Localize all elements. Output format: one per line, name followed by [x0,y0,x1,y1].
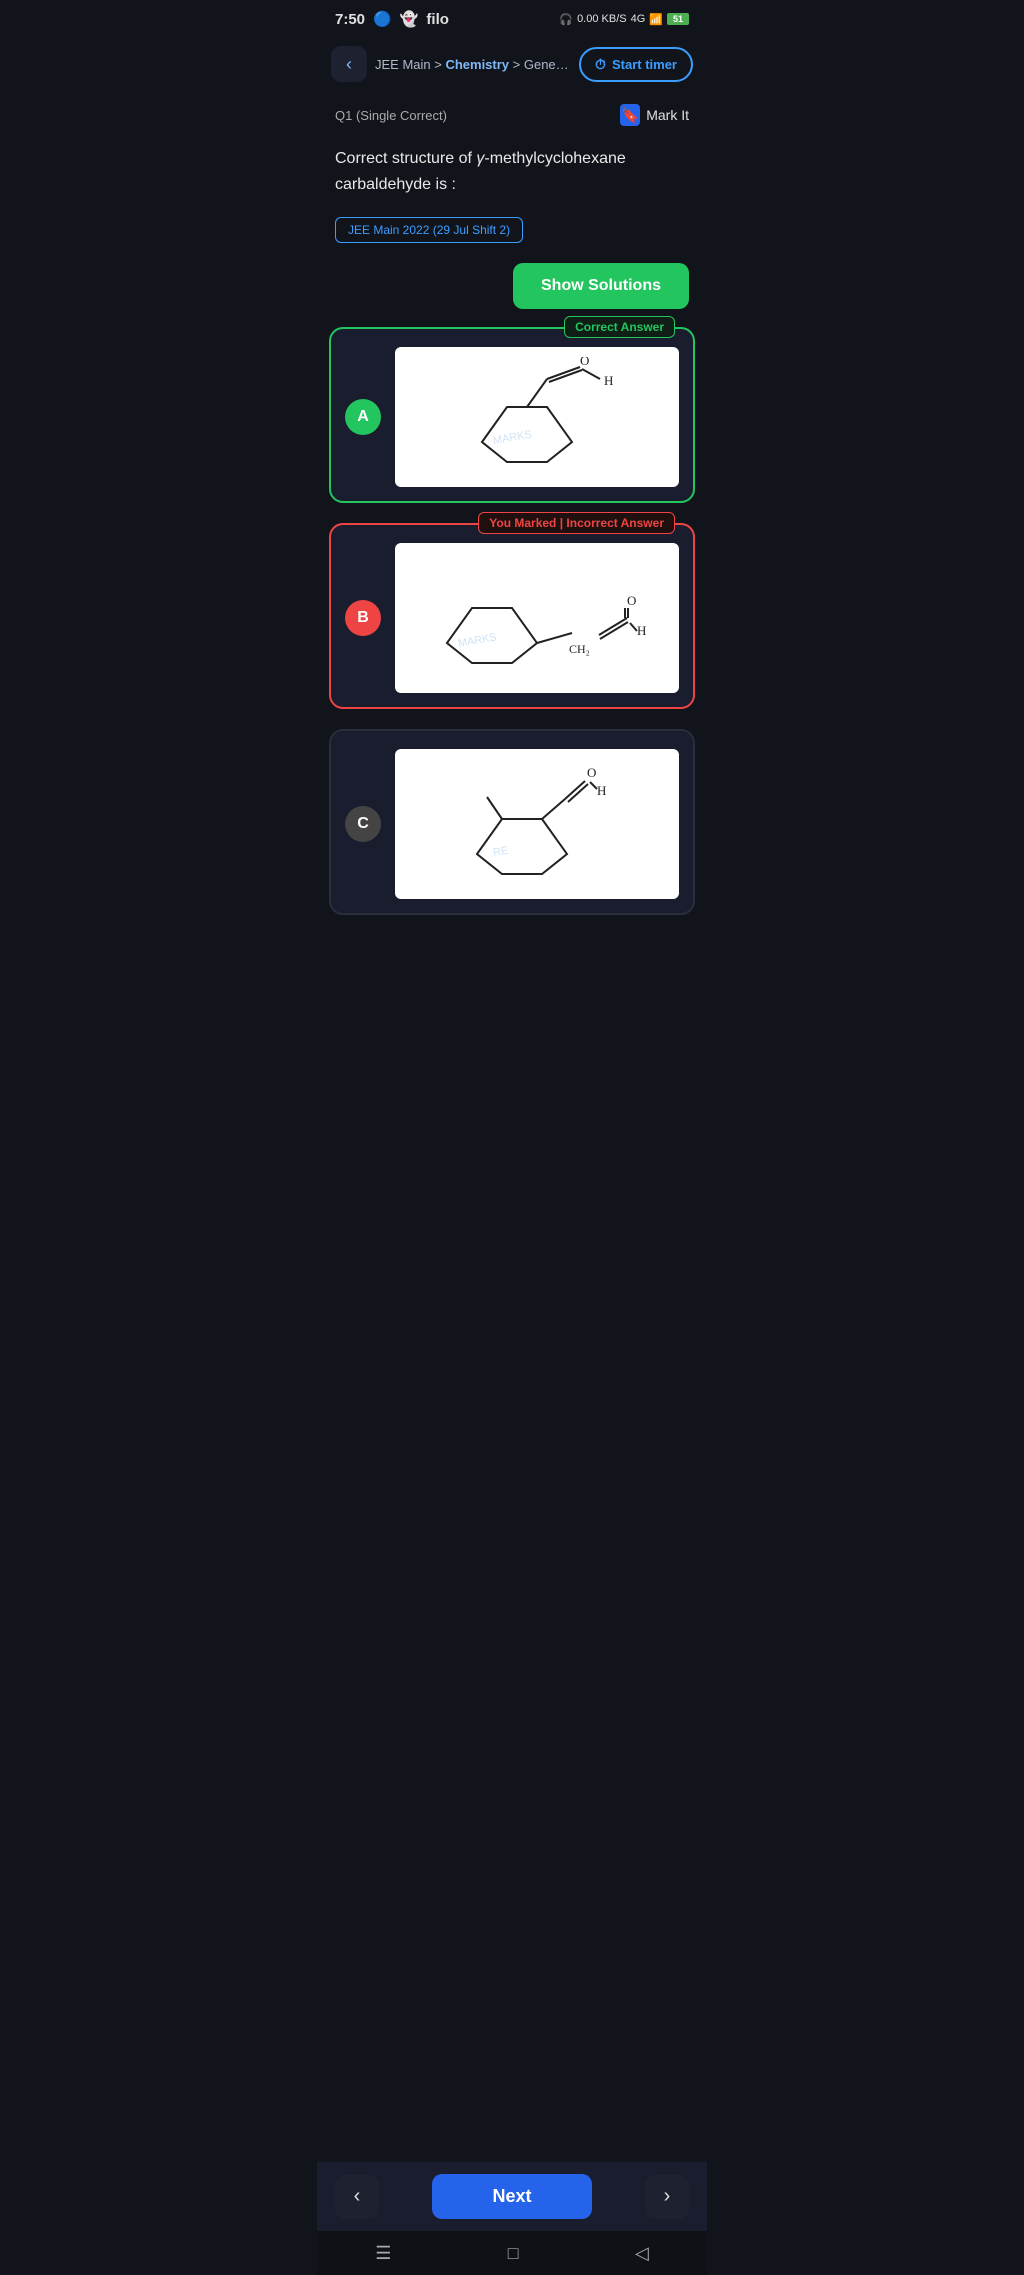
headphone-icon: 🎧 [559,13,573,26]
option-c-image: O H RE [395,749,679,899]
svg-text:O: O [627,593,636,608]
svg-text:CH₂: CH₂ [569,642,590,656]
battery-indicator: 51 [667,13,689,25]
menu-icon: ☰ [375,2243,391,2264]
bookmark-icon: 🔖 [620,104,640,126]
app-name: filo [426,11,449,28]
signal-icon: 📶 [649,13,663,26]
header: ‹ JEE Main > Chemistry > General Organi … [317,34,707,94]
forward-button[interactable]: › [645,2175,689,2219]
svg-text:MARKS: MARKS [492,429,533,448]
network-type: 4G [631,13,646,25]
question-text: Correct structure of γ-methylcyclohexane… [317,132,707,207]
correct-answer-badge: Correct Answer [564,316,675,338]
tag-area: JEE Main 2022 (29 Jul Shift 2) [317,207,707,257]
back-icon: ◁ [635,2243,649,2264]
molecule-c-svg: O H RE [437,759,637,889]
incorrect-answer-badge: You Marked | Incorrect Answer [478,512,675,534]
back-button[interactable]: ‹ [331,46,367,82]
mark-it-button[interactable]: 🔖 Mark It [620,104,689,126]
app-icon: 🔵 [373,10,392,28]
home-icon: □ [508,2243,519,2264]
prev-button[interactable]: ‹ [335,2175,379,2219]
molecule-a-svg: O H MARKS [432,357,642,477]
svg-text:H: H [597,783,606,798]
breadcrumb: JEE Main > Chemistry > General Organi [375,57,571,72]
option-a-card[interactable]: Correct Answer A O H [329,327,695,503]
question-meta: Q1 (Single Correct) 🔖 Mark It [317,94,707,132]
show-solutions-button[interactable]: Show Solutions [513,263,689,309]
svg-text:MARKS: MARKS [457,632,498,651]
svg-text:O: O [587,765,596,780]
option-b-card[interactable]: You Marked | Incorrect Answer B CH₂ O [329,523,695,709]
time: 7:50 [335,11,365,28]
network-speed: 0.00 KB/S [577,13,627,25]
svg-text:H: H [637,623,646,638]
status-left: 7:50 🔵 👻 filo [335,10,449,28]
ghost-icon: 👻 [400,10,419,28]
option-a-image: O H MARKS [395,347,679,487]
option-b-image: CH₂ O H MARKS [395,543,679,693]
option-c-letter: C [345,806,381,842]
option-a-letter: A [345,399,381,435]
status-bar: 7:50 🔵 👻 filo 🎧 0.00 KB/S 4G 📶 51 [317,0,707,34]
svg-text:RE: RE [492,845,509,859]
next-button[interactable]: Next [432,2174,591,2219]
option-c-card[interactable]: C O H [329,729,695,915]
system-nav-bar: ☰ □ ◁ [317,2231,707,2275]
question-tag: JEE Main 2022 (29 Jul Shift 2) [335,217,523,243]
svg-text:O: O [580,357,589,368]
options-area: Correct Answer A O H [317,327,707,915]
question-type: Q1 (Single Correct) [335,108,447,123]
start-timer-button[interactable]: ⏱ Start timer [579,47,693,82]
molecule-b-svg: CH₂ O H MARKS [417,553,657,683]
option-b-letter: B [345,600,381,636]
timer-icon: ⏱ [595,56,606,73]
status-right: 🎧 0.00 KB/S 4G 📶 51 [559,13,689,26]
bottom-nav: ‹ Next › [317,2162,707,2231]
svg-text:H: H [604,373,613,388]
